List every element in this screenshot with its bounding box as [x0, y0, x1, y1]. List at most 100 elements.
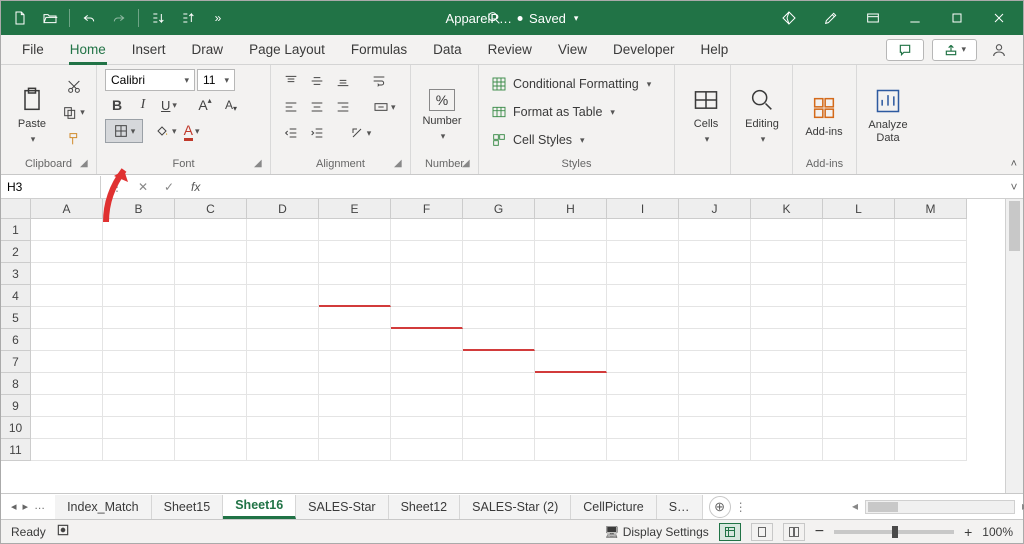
cell[interactable] [175, 219, 247, 241]
cell[interactable] [319, 263, 391, 285]
cell[interactable] [535, 241, 607, 263]
new-sheet-button[interactable]: ⊕ [709, 496, 731, 518]
cell[interactable] [607, 395, 679, 417]
cell[interactable] [823, 417, 895, 439]
tab-help[interactable]: Help [690, 35, 740, 65]
cell[interactable] [175, 329, 247, 351]
view-page-break-icon[interactable] [783, 523, 805, 541]
cell[interactable] [319, 417, 391, 439]
cell[interactable] [247, 373, 319, 395]
cell[interactable] [751, 219, 823, 241]
cell[interactable] [679, 439, 751, 461]
cell[interactable] [751, 329, 823, 351]
cell[interactable] [823, 241, 895, 263]
sheet-tab[interactable]: Index_Match [55, 495, 152, 519]
col-header[interactable]: M [895, 199, 967, 219]
increase-font-icon[interactable]: A▴ [193, 93, 217, 117]
cell[interactable] [463, 329, 535, 351]
cell[interactable] [535, 329, 607, 351]
cell[interactable] [823, 285, 895, 307]
zoom-level[interactable]: 100% [982, 525, 1013, 539]
cell[interactable] [751, 307, 823, 329]
align-bottom-icon[interactable] [331, 69, 355, 93]
cell[interactable] [31, 351, 103, 373]
sheet-tab[interactable]: Sheet12 [389, 495, 461, 519]
cell[interactable] [31, 219, 103, 241]
cell[interactable] [247, 285, 319, 307]
cell[interactable] [391, 307, 463, 329]
cell[interactable] [751, 351, 823, 373]
sheet-tab[interactable]: SALES-Star (2) [460, 495, 571, 519]
cell[interactable] [535, 219, 607, 241]
bold-button[interactable]: B [105, 93, 129, 117]
cell[interactable] [247, 439, 319, 461]
formula-input[interactable] [206, 176, 1005, 198]
clipboard-launcher-icon[interactable]: ◢ [80, 158, 92, 170]
minimize-button[interactable] [895, 5, 935, 31]
sort-desc-icon[interactable] [175, 5, 201, 31]
row-header[interactable]: 3 [1, 263, 31, 285]
view-normal-icon[interactable] [719, 523, 741, 541]
borders-button[interactable]: ▾ [105, 119, 143, 143]
cell[interactable] [391, 395, 463, 417]
cell[interactable] [175, 395, 247, 417]
cell[interactable] [247, 351, 319, 373]
wrap-text-icon[interactable] [367, 69, 391, 93]
cell[interactable] [607, 351, 679, 373]
cell[interactable] [751, 263, 823, 285]
copy-icon[interactable]: ▾ [59, 101, 88, 125]
cell[interactable] [391, 241, 463, 263]
share-button[interactable]: ▾ [932, 39, 977, 61]
cell[interactable] [31, 373, 103, 395]
sheet-tab[interactable]: S… [657, 495, 703, 519]
cell[interactable] [535, 307, 607, 329]
diamond-icon[interactable] [769, 5, 809, 31]
cell[interactable] [391, 417, 463, 439]
cell[interactable] [319, 329, 391, 351]
cell[interactable] [31, 417, 103, 439]
undo-icon[interactable] [76, 5, 102, 31]
col-header[interactable]: J [679, 199, 751, 219]
record-macro-icon[interactable] [56, 523, 70, 540]
cell[interactable] [751, 285, 823, 307]
cell[interactable] [103, 417, 175, 439]
cell[interactable] [535, 439, 607, 461]
cell[interactable] [607, 219, 679, 241]
cell[interactable] [319, 219, 391, 241]
cell[interactable] [607, 439, 679, 461]
align-top-icon[interactable] [279, 69, 303, 93]
cell[interactable] [391, 351, 463, 373]
italic-button[interactable]: I [131, 93, 155, 117]
cell[interactable] [463, 241, 535, 263]
row-header[interactable]: 7 [1, 351, 31, 373]
redo-icon[interactable] [106, 5, 132, 31]
cell[interactable] [319, 307, 391, 329]
cell[interactable] [535, 373, 607, 395]
cell[interactable] [535, 395, 607, 417]
cell[interactable] [823, 395, 895, 417]
format-painter-icon[interactable] [59, 127, 88, 151]
save-status[interactable]: Saved [529, 11, 566, 26]
zoom-out-button[interactable]: − [815, 523, 824, 541]
expand-formula-bar-icon[interactable]: ˅ [1005, 180, 1023, 194]
tab-home[interactable]: Home [59, 35, 117, 65]
cell[interactable] [463, 285, 535, 307]
enter-formula-icon[interactable]: ✓ [157, 176, 181, 198]
col-header[interactable]: G [463, 199, 535, 219]
cell[interactable] [823, 373, 895, 395]
cell[interactable] [679, 329, 751, 351]
cell[interactable] [751, 439, 823, 461]
cell[interactable] [247, 219, 319, 241]
row-header[interactable]: 6 [1, 329, 31, 351]
cell[interactable] [103, 439, 175, 461]
align-middle-icon[interactable] [305, 69, 329, 93]
close-button[interactable] [979, 5, 1019, 31]
cell[interactable] [823, 351, 895, 373]
number-launcher-icon[interactable]: ◢ [462, 158, 474, 170]
cell[interactable] [895, 263, 967, 285]
paste-button[interactable]: Paste▾ [9, 80, 55, 145]
cell[interactable] [319, 395, 391, 417]
col-header[interactable]: E [319, 199, 391, 219]
font-color-button[interactable]: A▾ [180, 119, 204, 143]
col-header[interactable]: F [391, 199, 463, 219]
